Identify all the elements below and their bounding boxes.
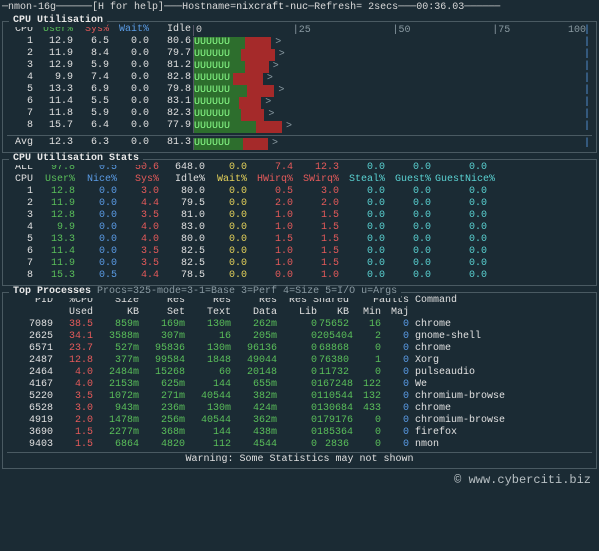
top-proc-panel: Top Processes Procs=325-mode=3-1=Base 3=… xyxy=(2,292,597,470)
process-row: 657123.7527m95836130m9613606886800chrome xyxy=(7,344,592,356)
cpu-row: 711.85.90.082.3|UUUUUU> xyxy=(7,109,592,121)
app-name: nmon-16g xyxy=(8,2,56,13)
stats-headers: CPU User% Nice% Sys% Idle% Wait% HWirq% … xyxy=(7,175,592,187)
process-row: 708938.5859m169m130m262m075652160chrome xyxy=(7,320,592,332)
stats-row: 312.80.03.581.00.01.01.50.00.00.0 xyxy=(7,211,592,223)
hdr-wait: Wait% xyxy=(113,24,153,37)
elapsed: 00:36.03 xyxy=(416,2,464,13)
cpu-row: 112.96.50.080.6|UUUUUU> xyxy=(7,37,592,49)
cpu-row: 49.97.40.082.8|UUUUUU> xyxy=(7,73,592,85)
cpu-util-panel: CPU Utilisation CPU User% Sys% Wait% Idl… xyxy=(2,21,597,153)
cpu-row: 611.45.50.083.1|UUUUUU> xyxy=(7,97,592,109)
stats-row: 112.80.03.080.00.00.53.00.00.00.0 xyxy=(7,187,592,199)
panel-title-wrap: Top Processes Procs=325-mode=3-1=Base 3=… xyxy=(9,286,401,299)
panel-title: CPU Utilisation Stats xyxy=(9,153,143,166)
host-label: Hostname= xyxy=(182,2,236,13)
hdr-idle: Idle xyxy=(153,24,193,37)
cpu-stats-panel: CPU Utilisation Stats ALL 97.8 0.5 50.6 … xyxy=(2,159,597,286)
stats-row: 611.40.03.582.50.01.01.50.00.00.0 xyxy=(7,247,592,259)
process-row: 36901.52277m368m144438m018536400firefox xyxy=(7,428,592,440)
cpu-row: 815.76.40.077.9|UUUUUU> xyxy=(7,121,592,133)
cpu-avg-row: Avg 12.3 6.3 0.0 81.3 |UUUUUU> xyxy=(7,138,592,150)
cpu-row: 211.98.40.079.7|UUUUUU> xyxy=(7,49,592,61)
refresh-label: Refresh= xyxy=(314,2,362,13)
avg-bar: |UUUUUU> xyxy=(193,138,592,150)
panel-title: CPU Utilisation xyxy=(9,15,107,28)
process-row: 262534.13588m307m16205m020540420gnome-sh… xyxy=(7,332,592,344)
stats-row: 513.30.04.080.00.01.51.50.00.00.0 xyxy=(7,235,592,247)
process-row: 52203.51072m271m40544382m01105441320chro… xyxy=(7,392,592,404)
scale: 0 |25 |50 |75 100 | xyxy=(193,25,592,37)
footer-credit: © www.cyberciti.biz xyxy=(2,469,597,488)
process-row: 248712.8377m9958418484904407638010Xorg xyxy=(7,356,592,368)
cpu-row: 513.36.90.079.8|UUUUUU> xyxy=(7,85,592,97)
stats-row: 711.90.03.582.50.01.01.50.00.00.0 xyxy=(7,259,592,271)
process-row: 49192.01478m256m40544362m017917600chromi… xyxy=(7,416,592,428)
process-row: 41674.02153m625m144655m01672481220We xyxy=(7,380,592,392)
hostname: nixcraft-nuc xyxy=(236,2,308,13)
process-row: 94031.56864482011245440283600nmon xyxy=(7,440,592,452)
stats-row: 211.90.04.479.50.02.02.00.00.00.0 xyxy=(7,199,592,211)
help-hint: [H for help] xyxy=(92,2,164,13)
title-bar: ─nmon-16g──────[H for help]───Hostname=n… xyxy=(2,2,597,15)
proc-warning: Warning: Some Statistics may not shown xyxy=(7,452,592,467)
avg-label: Avg xyxy=(7,137,37,150)
proc-headers-2: Used KB Set Text Data Lib KB Min Maj xyxy=(7,308,592,320)
refresh-value: 2secs xyxy=(368,2,398,13)
stats-row: 49.90.04.083.00.01.01.50.00.00.0 xyxy=(7,223,592,235)
process-row: 65283.0943m236m130m424m01306844330chrome xyxy=(7,404,592,416)
process-row: 24644.02484m15268602014801173200pulseaud… xyxy=(7,368,592,380)
cpu-row: 312.95.90.081.2|UUUUUU> xyxy=(7,61,592,73)
stats-row: 815.30.54.478.50.00.01.00.00.00.0 xyxy=(7,271,592,283)
